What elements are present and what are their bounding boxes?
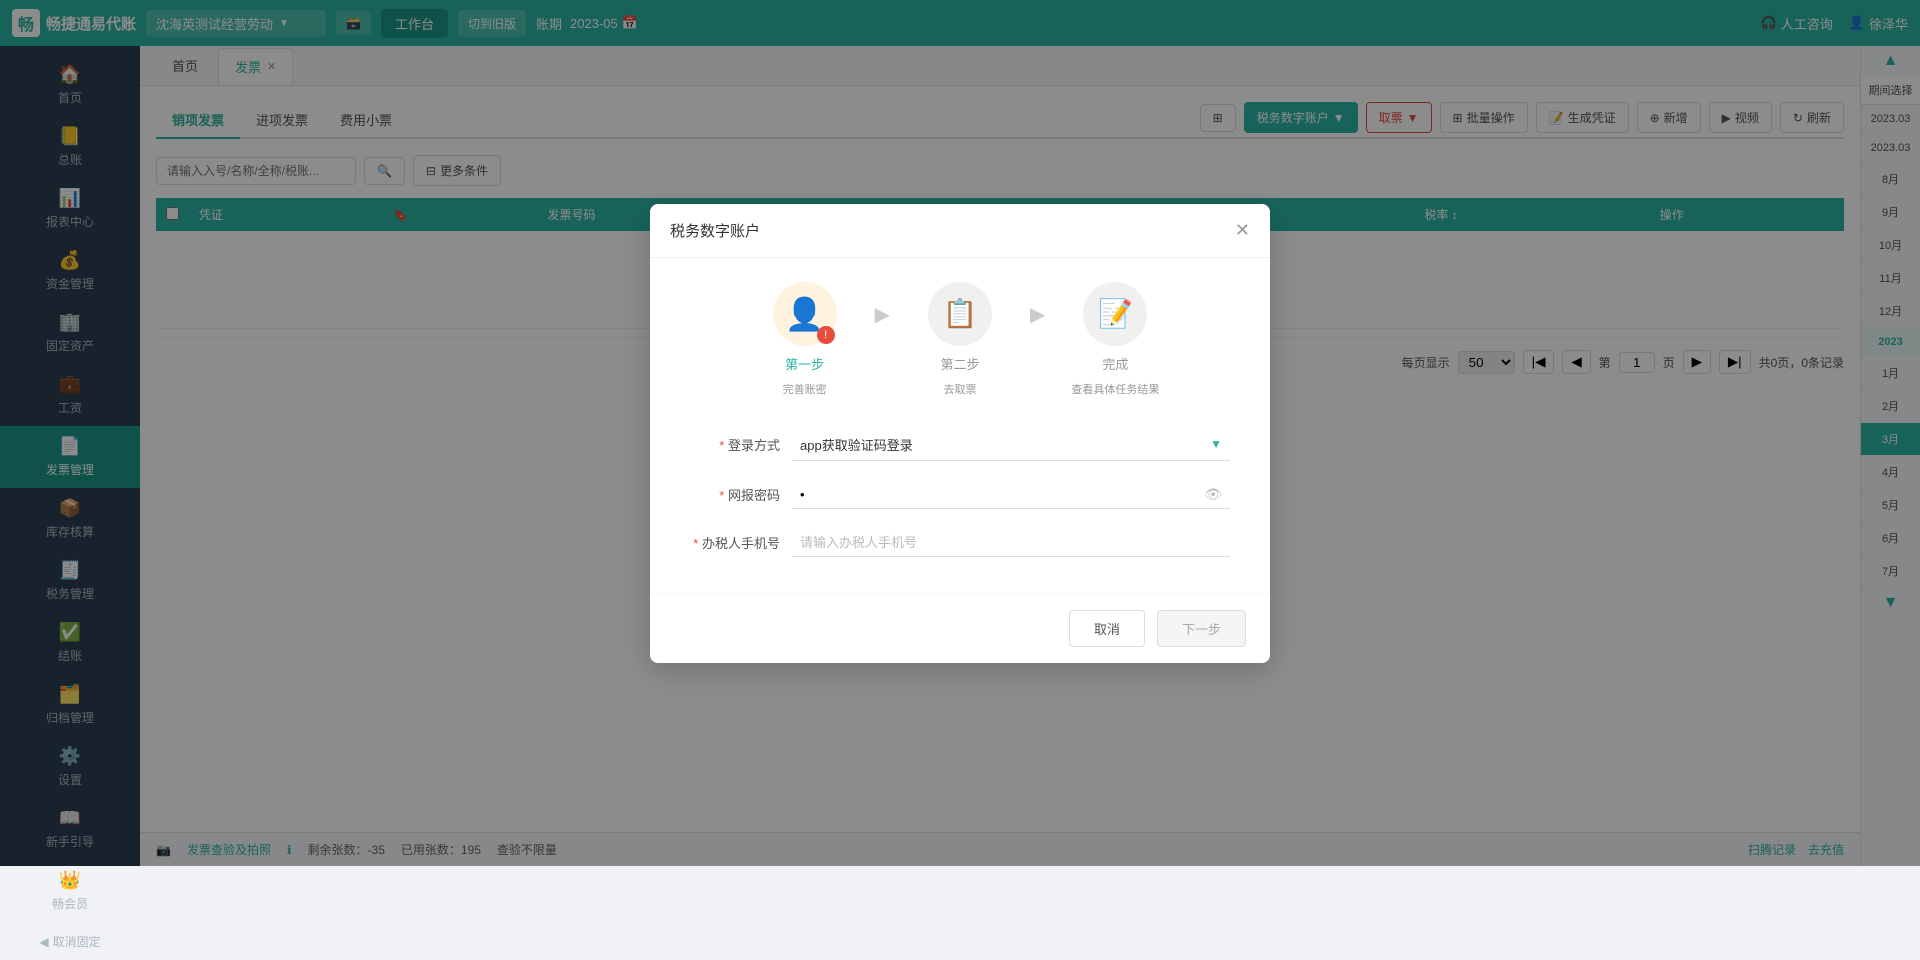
required-star-2: * bbox=[719, 488, 724, 503]
step-2-desc: 去取票 bbox=[944, 381, 977, 397]
sidebar-label-vip: 畅会员 bbox=[52, 895, 88, 912]
modal-title: 税务数字账户 bbox=[670, 220, 760, 241]
form-row-login-method: * 登录方式 app获取验证码登录 ▼ bbox=[690, 429, 1230, 461]
step-2-icon: 📋 bbox=[943, 297, 978, 330]
step-3-icon: 📝 bbox=[1098, 297, 1133, 330]
login-method-value: app获取验证码登录 bbox=[800, 435, 913, 454]
step-3-icon-wrap: 📝 bbox=[1083, 282, 1147, 346]
phone-input[interactable] bbox=[792, 529, 1230, 557]
step-2: 📋 第二步 去取票 bbox=[890, 282, 1030, 397]
next-button[interactable]: 下一步 bbox=[1157, 610, 1246, 647]
step-arrow-2: ▶ bbox=[1030, 282, 1045, 327]
eye-toggle-icon[interactable]: 👁 bbox=[1204, 486, 1230, 503]
step-3-desc: 查看具体任务结果 bbox=[1071, 381, 1159, 397]
login-method-select[interactable]: app获取验证码登录 ▼ bbox=[792, 429, 1230, 461]
modal-footer: 取消 下一步 bbox=[650, 593, 1270, 663]
unpin-label: 取消固定 bbox=[53, 933, 101, 950]
password-input[interactable] bbox=[792, 481, 1204, 508]
modal-close-btn[interactable]: ✕ bbox=[1235, 221, 1250, 239]
modal-overlay[interactable]: 税务数字账户 ✕ 👤 ! 第一步 完善账密 ▶ bbox=[0, 0, 1920, 866]
steps-row: 👤 ! 第一步 完善账密 ▶ 📋 第二步 去取票 ▶ bbox=[690, 282, 1230, 397]
phone-label: * 办税人手机号 bbox=[690, 533, 780, 552]
step-3: 📝 完成 查看具体任务结果 bbox=[1045, 282, 1185, 397]
step-2-icon-wrap: 📋 bbox=[928, 282, 992, 346]
step-1-desc: 完善账密 bbox=[783, 381, 827, 397]
login-method-label: * 登录方式 bbox=[690, 435, 780, 454]
form-row-phone: * 办税人手机号 bbox=[690, 529, 1230, 557]
pin-icon: ◀ bbox=[39, 935, 48, 949]
modal: 税务数字账户 ✕ 👤 ! 第一步 完善账密 ▶ bbox=[650, 204, 1270, 663]
required-star-1: * bbox=[719, 438, 724, 453]
step-arrow-1: ▶ bbox=[875, 282, 890, 327]
vip-icon: 👑 bbox=[59, 870, 81, 891]
step-1-label: 第一步 bbox=[785, 354, 824, 373]
step-1-badge: ! bbox=[817, 326, 835, 344]
sidebar-unpin[interactable]: ◀ 取消固定 bbox=[0, 922, 140, 960]
required-star-3: * bbox=[693, 536, 698, 551]
sidebar-item-vip[interactable]: 👑 畅会员 bbox=[0, 860, 140, 922]
step-1-icon-wrap: 👤 ! bbox=[773, 282, 837, 346]
step-3-label: 完成 bbox=[1102, 354, 1128, 373]
step-1: 👤 ! 第一步 完善账密 bbox=[735, 282, 875, 397]
cancel-button[interactable]: 取消 bbox=[1069, 610, 1145, 647]
step-1-icon: 👤 bbox=[785, 295, 825, 333]
step-2-label: 第二步 bbox=[940, 354, 979, 373]
form-row-password: * 网报密码 👁 bbox=[690, 481, 1230, 509]
modal-header: 税务数字账户 ✕ bbox=[650, 204, 1270, 258]
password-label: * 网报密码 bbox=[690, 485, 780, 504]
login-dropdown-icon: ▼ bbox=[1210, 437, 1222, 451]
modal-body: 👤 ! 第一步 完善账密 ▶ 📋 第二步 去取票 ▶ bbox=[650, 258, 1270, 593]
